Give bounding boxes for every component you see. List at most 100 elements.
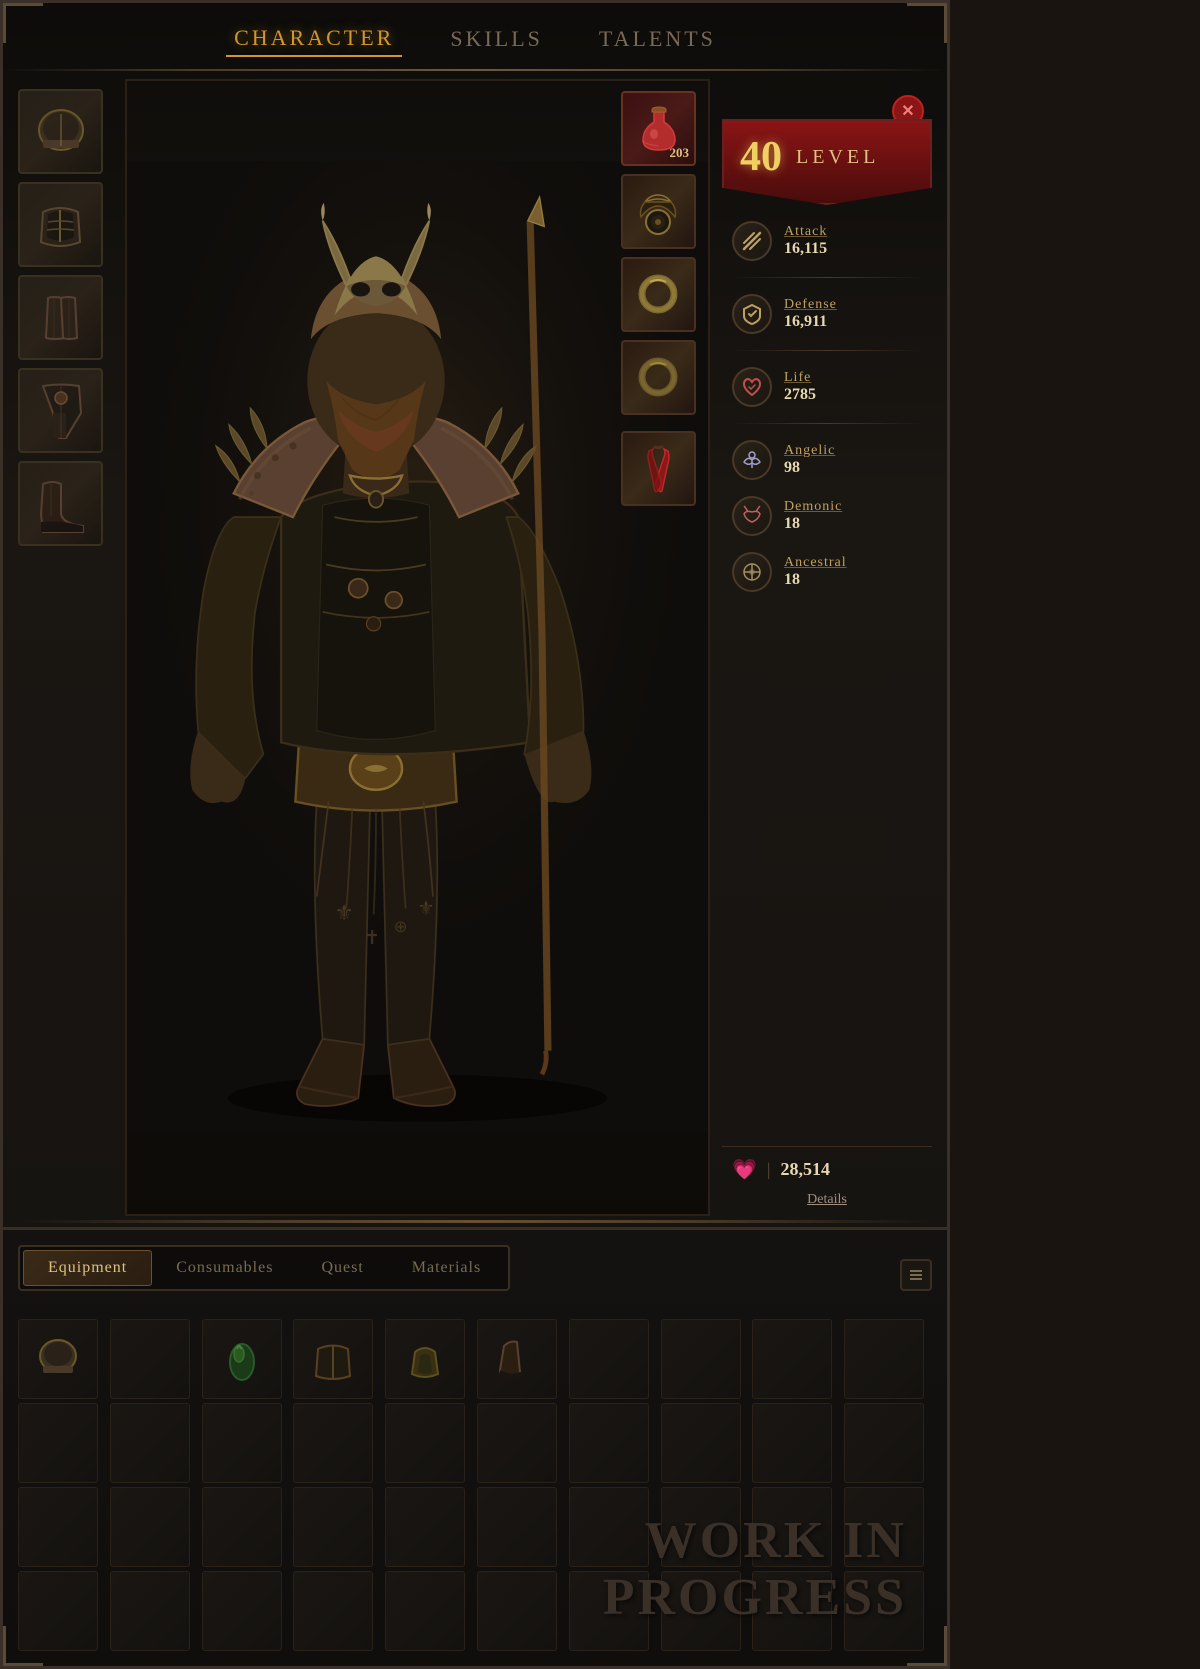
- inventory-cell-24[interactable]: [385, 1487, 465, 1567]
- svg-text:⚜: ⚜: [418, 898, 435, 919]
- svg-text:⚜: ⚜: [335, 901, 354, 925]
- inventory-cell-15[interactable]: [477, 1403, 557, 1483]
- inventory-cell-28[interactable]: [752, 1487, 832, 1567]
- inventory-cell-32[interactable]: [202, 1571, 282, 1651]
- svg-text:✝: ✝: [364, 928, 380, 949]
- inventory-cell-29[interactable]: [844, 1487, 924, 1567]
- inventory-cell-19[interactable]: [844, 1403, 924, 1483]
- stat-info-angelic: Angelic 98: [784, 443, 835, 477]
- stat-info-life: Life 2785: [784, 370, 816, 404]
- slot-helmet[interactable]: [18, 89, 103, 174]
- stat-info-demonic: Demonic 18: [784, 499, 842, 533]
- inventory-tab-bar: Equipment Consumables Quest Materials: [18, 1245, 510, 1291]
- inventory-cell-36[interactable]: [569, 1571, 649, 1651]
- demonic-label[interactable]: Demonic: [784, 499, 842, 515]
- demonic-value: 18: [784, 515, 842, 533]
- inventory-cell-0[interactable]: [18, 1319, 98, 1399]
- corner-decoration-br: [907, 1626, 947, 1666]
- inventory-tabs-row: Equipment Consumables Quest Materials: [18, 1245, 932, 1305]
- inventory-cell-33[interactable]: [293, 1571, 373, 1651]
- inventory-grid: [18, 1319, 932, 1651]
- slot-ring1[interactable]: [621, 257, 696, 332]
- arms-icon: [33, 288, 88, 348]
- inventory-cell-18[interactable]: [752, 1403, 832, 1483]
- angelic-icon: [732, 440, 772, 480]
- stats-list: Attack 16,115 Defense 16,9: [722, 205, 932, 1146]
- inventory-cell-31[interactable]: [110, 1571, 190, 1651]
- attack-label[interactable]: Attack: [784, 224, 827, 240]
- inventory-cell-4[interactable]: [385, 1319, 465, 1399]
- tab-bar: CHARACTER SKILLS TALENTS: [3, 3, 947, 69]
- stat-info-defense: Defense 16,911: [784, 297, 837, 331]
- slot-potion[interactable]: 203: [621, 91, 696, 166]
- level-number: 40: [740, 133, 782, 181]
- angelic-value: 98: [784, 459, 835, 477]
- currency-value: 28,514: [781, 1159, 831, 1180]
- inventory-cell-7[interactable]: [661, 1319, 741, 1399]
- inventory-cell-1[interactable]: [110, 1319, 190, 1399]
- inventory-cell-17[interactable]: [661, 1403, 741, 1483]
- corner-decoration-tl: [3, 3, 43, 43]
- inv-tab-consumables[interactable]: Consumables: [152, 1251, 297, 1285]
- inventory-cell-34[interactable]: [385, 1571, 465, 1651]
- slot-offhand[interactable]: [621, 431, 696, 506]
- inventory-cell-22[interactable]: [202, 1487, 282, 1567]
- defense-label[interactable]: Defense: [784, 297, 837, 313]
- stat-row-life: Life 2785: [732, 367, 922, 407]
- tab-talents[interactable]: TALENTS: [591, 22, 724, 56]
- inventory-cell-38[interactable]: [752, 1571, 832, 1651]
- stat-row-attack: Attack 16,115: [732, 221, 922, 261]
- inventory-cell-11[interactable]: [110, 1403, 190, 1483]
- inventory-cell-2[interactable]: [202, 1319, 282, 1399]
- inventory-cell-26[interactable]: [569, 1487, 649, 1567]
- stat-row-angelic: Angelic 98: [732, 440, 922, 480]
- main-content-area: ⚜ ✝ ⊕ ⚜: [3, 79, 947, 1216]
- inventory-cell-21[interactable]: [110, 1487, 190, 1567]
- inventory-cell-6[interactable]: [569, 1319, 649, 1399]
- character-portrait: ⚜ ✝ ⊕ ⚜: [125, 79, 710, 1216]
- inventory-cell-27[interactable]: [661, 1487, 741, 1567]
- section-divider: [18, 1220, 932, 1223]
- inventory-cell-16[interactable]: [569, 1403, 649, 1483]
- slot-arms[interactable]: [18, 275, 103, 360]
- slot-amulet[interactable]: [621, 174, 696, 249]
- inventory-cell-10[interactable]: [18, 1403, 98, 1483]
- inventory-cell-23[interactable]: [293, 1487, 373, 1567]
- slot-legs[interactable]: [18, 368, 103, 453]
- details-link[interactable]: Details: [722, 1192, 932, 1216]
- inv-tab-equipment[interactable]: Equipment: [23, 1250, 152, 1286]
- inventory-cell-3[interactable]: [293, 1319, 373, 1399]
- tab-skills[interactable]: SKILLS: [442, 22, 551, 56]
- slot-boots[interactable]: [18, 461, 103, 546]
- corner-decoration-bl: [3, 1626, 43, 1666]
- inventory-section: Equipment Consumables Quest Materials WO…: [3, 1227, 947, 1666]
- inventory-cell-37[interactable]: [661, 1571, 741, 1651]
- divider-2: [732, 350, 922, 351]
- inventory-cell-25[interactable]: [477, 1487, 557, 1567]
- angelic-label[interactable]: Angelic: [784, 443, 835, 459]
- currency-icon: 💗: [732, 1157, 757, 1182]
- slot-ring2[interactable]: [621, 340, 696, 415]
- left-equipment-slots: [18, 79, 113, 1216]
- inventory-cell-13[interactable]: [293, 1403, 373, 1483]
- inv-tab-materials[interactable]: Materials: [388, 1251, 505, 1285]
- life-label[interactable]: Life: [784, 370, 816, 386]
- right-accessory-slots: 203: [621, 81, 696, 506]
- main-window: CHARACTER SKILLS TALENTS: [0, 0, 950, 1669]
- inventory-cell-14[interactable]: [385, 1403, 465, 1483]
- stat-info-ancestral: Ancestral 18: [784, 555, 847, 589]
- helmet-icon: [31, 102, 91, 162]
- tab-character[interactable]: CHARACTER: [226, 21, 402, 57]
- inventory-cell-35[interactable]: [477, 1571, 557, 1651]
- inventory-sort-button[interactable]: [900, 1259, 932, 1291]
- potion-count: 203: [670, 145, 690, 161]
- ancestral-label[interactable]: Ancestral: [784, 555, 847, 571]
- inventory-cell-5[interactable]: [477, 1319, 557, 1399]
- inventory-cell-20[interactable]: [18, 1487, 98, 1567]
- ancestral-value: 18: [784, 571, 847, 589]
- inv-tab-quest[interactable]: Quest: [297, 1251, 387, 1285]
- inventory-cell-9[interactable]: [844, 1319, 924, 1399]
- slot-chest[interactable]: [18, 182, 103, 267]
- inventory-cell-12[interactable]: [202, 1403, 282, 1483]
- inventory-cell-8[interactable]: [752, 1319, 832, 1399]
